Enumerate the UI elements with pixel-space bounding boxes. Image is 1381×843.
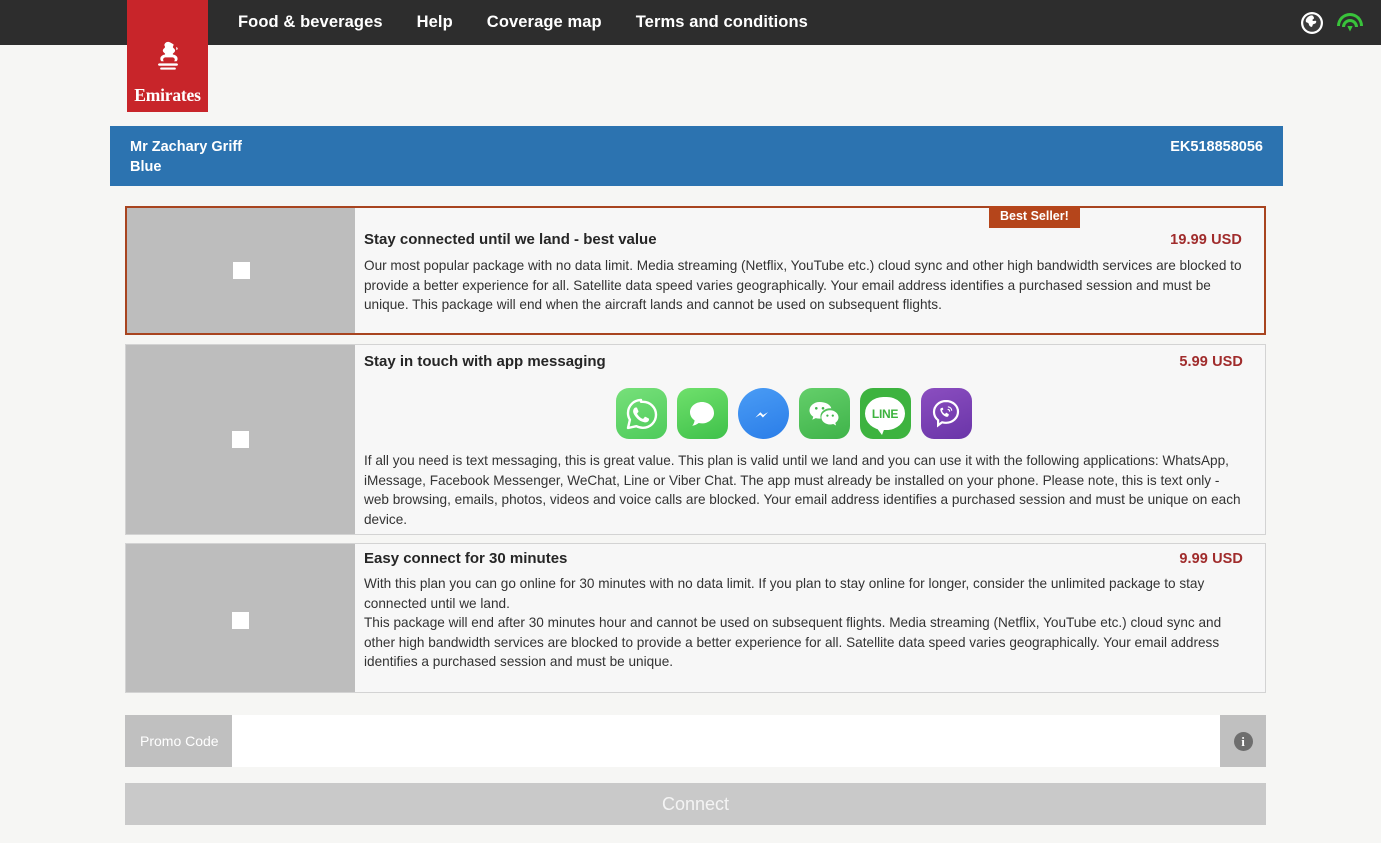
broken-image-icon [232,262,250,279]
imessage-icon [676,388,728,439]
booking-reference: EK518858056 [1170,139,1263,155]
topbar-icons [1301,0,1363,45]
plan-image-placeholder [127,208,355,333]
info-icon: i [1233,731,1253,751]
line-icon: LINE [859,388,911,439]
plan-card-unlimited[interactable]: Best Seller! Stay connected until we lan… [125,206,1266,335]
promo-code-row: Promo Code i [125,715,1266,767]
nav-terms-conditions[interactable]: Terms and conditions [619,13,825,32]
promo-code-input[interactable] [232,715,1220,767]
nav-links: Food & beverages Help Coverage map Terms… [238,13,825,32]
promo-code-label: Promo Code [125,715,232,767]
plan-description: If all you need is text messaging, this … [364,453,1241,527]
nav-coverage-map[interactable]: Coverage map [470,13,619,32]
promo-info-button[interactable]: i [1220,715,1266,767]
plan-price: 9.99 USD [1179,551,1243,567]
plan-title: Stay in touch with app messaging [364,353,606,370]
plan-image-placeholder [126,544,355,692]
plan-body: Best Seller! Stay connected until we lan… [355,206,1264,333]
messaging-app-icons: LINE [364,388,1223,439]
broken-image-icon [232,612,249,629]
plan-description-line1: With this plan you can go online for 30 … [364,576,1205,611]
whatsapp-icon [615,388,667,439]
plan-image-placeholder [126,345,355,534]
passenger-info-bar: Mr Zachary Griff Blue EK518858056 [110,126,1283,186]
connect-button[interactable]: Connect [125,783,1266,825]
wifi-signal-icon[interactable] [1337,12,1363,34]
line-bubble: LINE [865,397,905,435]
plan-title: Stay connected until we land - best valu… [364,231,657,248]
plan-body: Easy connect for 30 minutes 9.99 USD Wit… [355,544,1265,692]
emirates-wordmark: Emirates [134,85,201,105]
emirates-calligraphy-icon [157,41,178,70]
plan-body: Stay in touch with app messaging 5.99 US… [355,345,1265,534]
plan-price: 5.99 USD [1179,354,1243,370]
wifi-portal-page: Food & beverages Help Coverage map Terms… [0,0,1381,843]
plan-price: 19.99 USD [1170,232,1242,248]
emirates-logo[interactable]: Emirates [127,0,208,112]
plan-description: Our most popular package with no data li… [364,258,1242,312]
viber-icon [920,388,972,439]
plan-card-messaging[interactable]: Stay in touch with app messaging 5.99 US… [125,344,1266,535]
passenger-tier: Blue [130,159,162,175]
globe-icon[interactable] [1301,11,1323,34]
plan-card-easy-connect[interactable]: Easy connect for 30 minutes 9.99 USD Wit… [125,543,1266,693]
plan-description-line2: This package will end after 30 minutes h… [364,615,1222,669]
line-label: LINE [871,406,899,421]
wechat-icon [798,388,850,439]
facebook-messenger-icon [737,388,789,439]
passenger-name: Mr Zachary Griff [130,139,242,155]
nav-food-beverages[interactable]: Food & beverages [238,13,400,32]
plan-title: Easy connect for 30 minutes [364,550,568,567]
broken-image-icon [232,431,249,448]
best-seller-badge: Best Seller! [989,206,1080,228]
nav-help[interactable]: Help [400,13,470,32]
